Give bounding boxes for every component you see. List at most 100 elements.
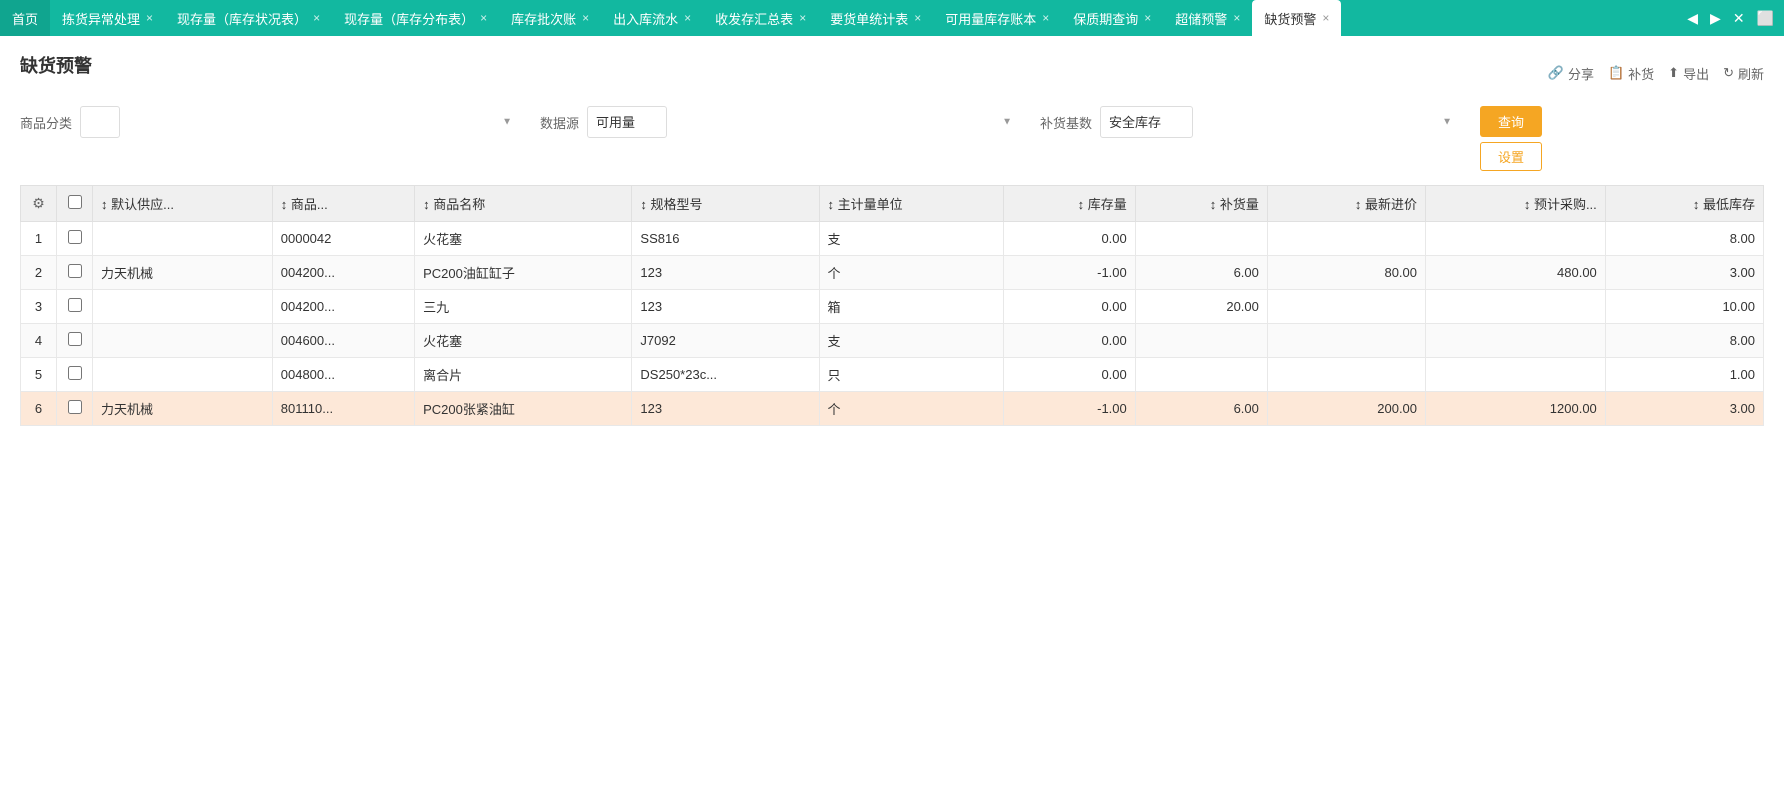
gear-icon[interactable]: ⚙	[30, 195, 48, 213]
row-supplier	[93, 358, 273, 392]
unit-column-header: ↕ 主计量单位	[819, 186, 1003, 222]
settings-button[interactable]: 设置	[1480, 142, 1542, 171]
row-name: 火花塞	[415, 222, 632, 256]
nav-tab-close-icon[interactable]: ×	[1233, 11, 1240, 25]
nav-controls: ◀ ▶ ✕ ⬜	[1681, 8, 1784, 29]
nav-tab-batch[interactable]: 库存批次账 ×	[499, 0, 601, 36]
row-checkbox[interactable]	[68, 264, 82, 278]
nav-tab-home[interactable]: 首页	[0, 0, 50, 36]
nav-tab-demand[interactable]: 要货单统计表 ×	[818, 0, 933, 36]
replenish-base-label: 补货基数	[1040, 113, 1092, 132]
row-checkbox[interactable]	[68, 366, 82, 380]
replenish-base-select[interactable]: 安全库存	[1100, 106, 1193, 138]
data-table: ⚙ ↕ 默认供应... ↕ 商品... ↕ 商品名称 ↕ 规格型号	[20, 185, 1764, 426]
replenish-button[interactable]: 📋 补货	[1608, 64, 1654, 83]
row-index: 2	[21, 256, 57, 290]
nav-tab-label: 要货单统计表	[830, 9, 908, 28]
nav-tab-close-icon[interactable]: ×	[313, 11, 320, 25]
nav-tab-close-icon[interactable]: ×	[146, 11, 153, 25]
nav-tab-close-icon[interactable]: ×	[684, 11, 691, 25]
row-code: 004200...	[272, 290, 414, 324]
nav-close-btn[interactable]: ✕	[1727, 8, 1751, 29]
datasource-label: 数据源	[540, 113, 579, 132]
nav-tab-stock-dist[interactable]: 现存量（库存分布表） ×	[332, 0, 499, 36]
nav-tab-label: 可用量库存账本	[945, 9, 1036, 28]
row-stock: 0.00	[1003, 358, 1135, 392]
row-min-stock: 8.00	[1605, 324, 1763, 358]
refresh-button[interactable]: ↻ 刷新	[1723, 64, 1764, 83]
nav-tab-label: 收发存汇总表	[715, 9, 793, 28]
query-button[interactable]: 查询	[1480, 106, 1542, 137]
top-nav: 首页拣货异常处理×现存量（库存状况表）×现存量（库存分布表）×库存批次账×出入库…	[0, 0, 1784, 36]
export-button[interactable]: ⬆ 导出	[1668, 64, 1709, 83]
row-stock: -1.00	[1003, 392, 1135, 426]
nav-tab-available[interactable]: 可用量库存账本 ×	[933, 0, 1061, 36]
nav-tab-close-icon[interactable]: ×	[914, 11, 921, 25]
table-row: 2 力天机械 004200... PC200油缸缸子 123 个 -1.00 6…	[21, 256, 1764, 290]
spec-column-header: ↕ 规格型号	[632, 186, 819, 222]
row-est-purchase	[1426, 290, 1606, 324]
row-checkbox[interactable]	[68, 400, 82, 414]
nav-tab-close-icon[interactable]: ×	[1144, 11, 1151, 25]
nav-tab-close-icon[interactable]: ×	[799, 11, 806, 25]
nav-tab-stock-status[interactable]: 现存量（库存状况表）×	[165, 0, 332, 36]
row-index: 1	[21, 222, 57, 256]
row-latest-price	[1267, 324, 1425, 358]
nav-next-btn[interactable]: ▶	[1704, 8, 1727, 29]
nav-tab-abnormal[interactable]: 拣货异常处理×	[50, 0, 165, 36]
min-stock-column-header: ↕ 最低库存	[1605, 186, 1763, 222]
row-replenish: 20.00	[1135, 290, 1267, 324]
nav-tab-label: 出入库流水	[613, 9, 678, 28]
nav-maximize-btn[interactable]: ⬜	[1751, 8, 1780, 29]
row-checkbox[interactable]	[68, 298, 82, 312]
row-stock: 0.00	[1003, 222, 1135, 256]
row-index: 3	[21, 290, 57, 324]
row-spec: 123	[632, 256, 819, 290]
nav-tab-label: 库存批次账	[511, 9, 576, 28]
nav-tab-shortage[interactable]: 缺货预警 ×	[1252, 0, 1341, 36]
replenish-icon: 📋	[1608, 65, 1624, 81]
row-name: 离合片	[415, 358, 632, 392]
nav-tab-label: 缺货预警	[1264, 9, 1316, 28]
row-checkbox-cell	[57, 392, 93, 426]
row-checkbox[interactable]	[68, 332, 82, 346]
table-row: 6 力天机械 801110... PC200张紧油缸 123 个 -1.00 6…	[21, 392, 1764, 426]
latest-price-column-header: ↕ 最新进价	[1267, 186, 1425, 222]
nav-tab-expiry[interactable]: 保质期查询 ×	[1061, 0, 1163, 36]
refresh-icon: ↻	[1723, 65, 1734, 81]
row-supplier: 力天机械	[93, 256, 273, 290]
nav-tab-label: 现存量（库存分布表）	[344, 9, 474, 28]
nav-tab-close-icon[interactable]: ×	[480, 11, 487, 25]
nav-tab-close-icon[interactable]: ×	[582, 11, 589, 25]
select-all-checkbox[interactable]	[68, 195, 82, 209]
category-select[interactable]	[80, 106, 120, 138]
row-stock: -1.00	[1003, 256, 1135, 290]
row-name: 火花塞	[415, 324, 632, 358]
row-replenish: 6.00	[1135, 392, 1267, 426]
row-checkbox-cell	[57, 324, 93, 358]
replenish-column-header: ↕ 补货量	[1135, 186, 1267, 222]
row-unit: 支	[819, 324, 1003, 358]
nav-tab-inout[interactable]: 出入库流水 ×	[601, 0, 703, 36]
datasource-select[interactable]: 可用量	[587, 106, 667, 138]
row-est-purchase	[1426, 324, 1606, 358]
nav-tab-overstock[interactable]: 超储预警×	[1163, 0, 1252, 36]
nav-tab-close-icon[interactable]: ×	[1322, 11, 1329, 25]
row-replenish	[1135, 324, 1267, 358]
name-column-header: ↕ 商品名称	[415, 186, 632, 222]
row-spec: J7092	[632, 324, 819, 358]
row-est-purchase: 480.00	[1426, 256, 1606, 290]
row-checkbox[interactable]	[68, 230, 82, 244]
row-unit: 箱	[819, 290, 1003, 324]
table-row: 1 0000042 火花塞 SS816 支 0.00 8.00	[21, 222, 1764, 256]
gear-column-header: ⚙	[21, 186, 57, 222]
row-min-stock: 3.00	[1605, 256, 1763, 290]
nav-tab-close-icon[interactable]: ×	[1042, 11, 1049, 25]
row-min-stock: 10.00	[1605, 290, 1763, 324]
nav-tab-recv[interactable]: 收发存汇总表 ×	[703, 0, 818, 36]
nav-prev-btn[interactable]: ◀	[1681, 8, 1704, 29]
nav-tab-label: 保质期查询	[1073, 9, 1138, 28]
row-checkbox-cell	[57, 222, 93, 256]
row-name: PC200张紧油缸	[415, 392, 632, 426]
share-button[interactable]: 🔗 分享	[1548, 64, 1594, 83]
